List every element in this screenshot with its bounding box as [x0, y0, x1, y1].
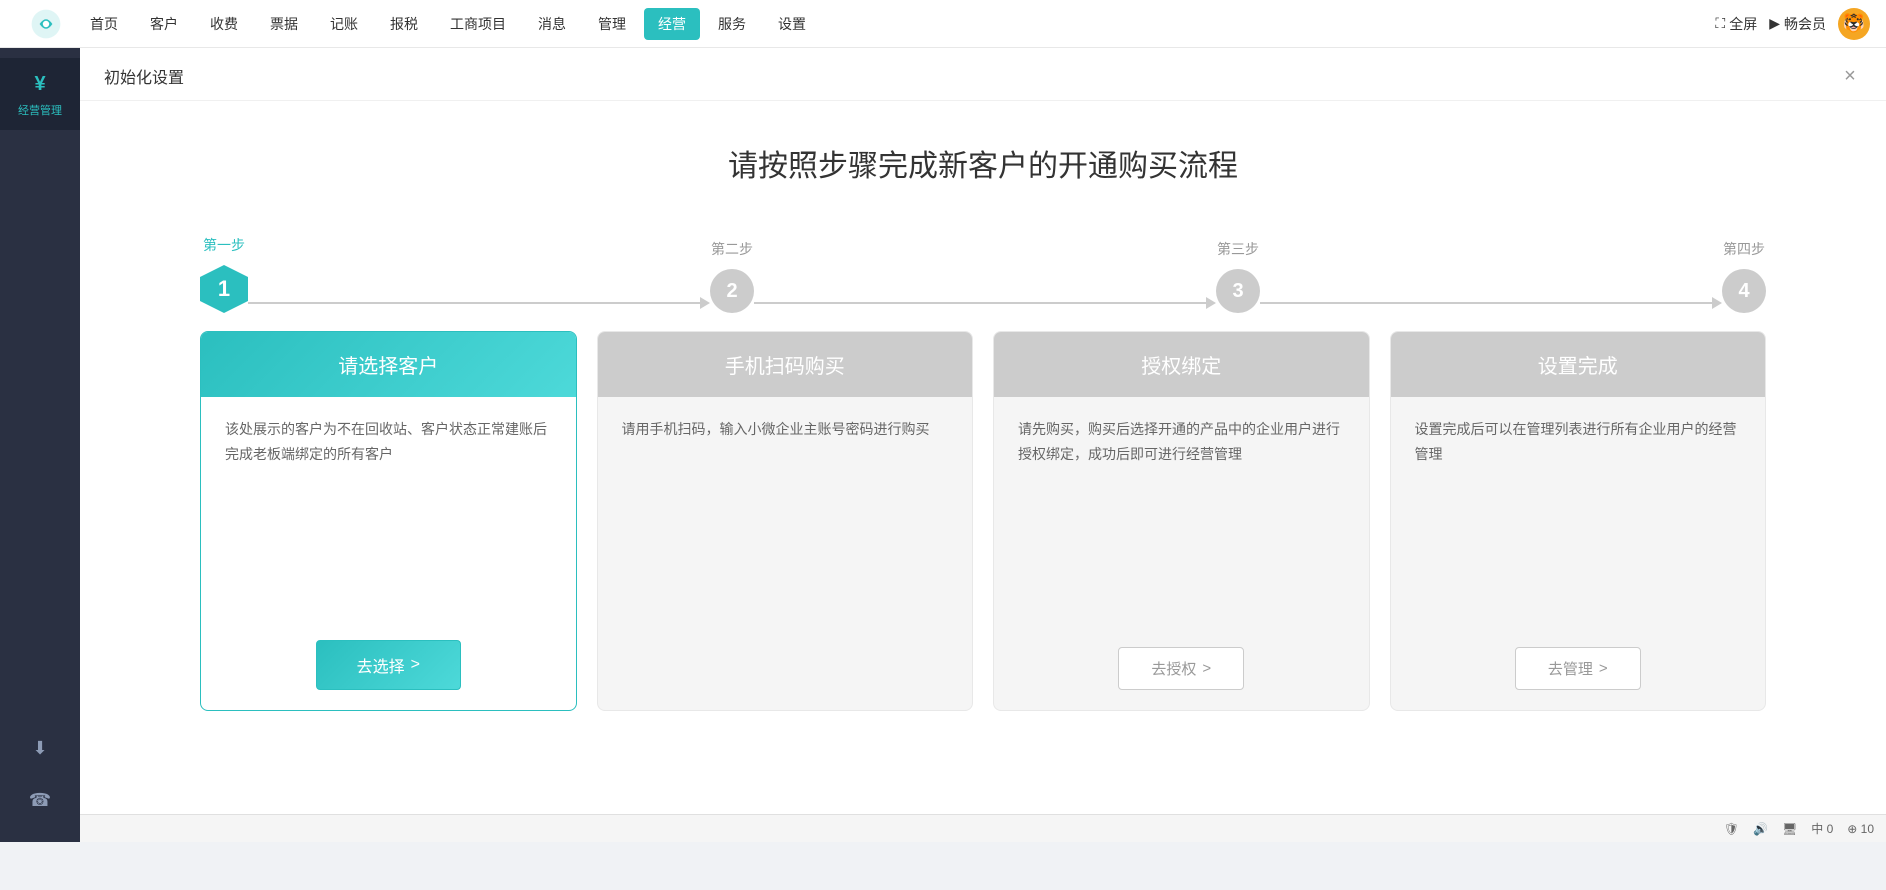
connector-3 — [1260, 297, 1722, 309]
goto-select-arrow: > — [411, 656, 420, 674]
nav-item-operation[interactable]: 经营 — [644, 8, 700, 40]
nav-item-message[interactable]: 消息 — [524, 8, 580, 40]
page-container: 初始化设置 × 请按照步骤完成新客户的开通购买流程 第一步 1 第 — [80, 48, 1886, 814]
nav-item-settings[interactable]: 设置 — [764, 8, 820, 40]
card-2-footer — [598, 670, 973, 710]
goto-select-button[interactable]: 去选择 > — [316, 640, 461, 690]
sidebar-download[interactable]: ⬇ — [0, 722, 80, 774]
step-node-2: 第二步 2 — [710, 239, 754, 313]
nav-item-bookkeeping[interactable]: 记账 — [316, 8, 372, 40]
card-4-footer: 去管理 > — [1391, 627, 1766, 710]
top-nav: 首页 客户 收费 票据 记账 报税 工商项目 消息 管理 经营 服务 设置 ⛶ … — [0, 0, 1886, 48]
card-4-header: 设置完成 — [1391, 332, 1766, 397]
step-2-circle: 2 — [710, 269, 754, 313]
nav-item-fee[interactable]: 收费 — [196, 8, 252, 40]
step-4-circle: 4 — [1722, 269, 1766, 313]
input-method[interactable]: 中 0 — [1811, 820, 1833, 837]
zoom-level: ⊕ 10 — [1847, 822, 1874, 836]
step-node-4: 第四步 4 — [1722, 239, 1766, 313]
fullscreen-label: 全屏 — [1729, 14, 1757, 34]
goto-auth-button[interactable]: 去授权 > — [1118, 647, 1244, 690]
fullscreen-btn[interactable]: ⛶ 全屏 — [1715, 14, 1757, 34]
card-2-header: 手机扫码购买 — [598, 332, 973, 397]
goto-manage-label: 去管理 — [1548, 658, 1593, 679]
step-1-circle: 1 — [200, 265, 248, 313]
page-header: 初始化设置 × — [80, 48, 1886, 101]
card-3-footer: 去授权 > — [994, 627, 1369, 710]
connector-2 — [754, 297, 1216, 309]
step-2-label: 第二步 — [711, 239, 753, 259]
step-4-label: 第四步 — [1723, 239, 1765, 259]
user-avatar[interactable]: 🐯 — [1838, 8, 1870, 40]
goto-manage-arrow: > — [1599, 660, 1608, 677]
step-3-circle: 3 — [1216, 269, 1260, 313]
card-2-body: 请用手机扫码，输入小微企业主账号密码进行购买 — [598, 397, 973, 670]
nav-item-business[interactable]: 工商项目 — [436, 8, 520, 40]
nav-item-manage[interactable]: 管理 — [584, 8, 640, 40]
step-card-3: 授权绑定 请先购买，购买后选择开通的产品中的企业用户进行授权绑定，成功后即可进行… — [993, 331, 1370, 711]
goto-auth-arrow: > — [1202, 660, 1211, 677]
screen-icon: 🖥 — [1782, 822, 1797, 836]
nav-menu: 首页 客户 收费 票据 记账 报税 工商项目 消息 管理 经营 服务 设置 — [76, 8, 1715, 40]
operation-icon: ¥ — [26, 70, 54, 98]
status-right: 🛡 🔊 🖥 中 0 ⊕ 10 — [1724, 820, 1874, 837]
goto-manage-button[interactable]: 去管理 > — [1515, 647, 1641, 690]
goto-select-label: 去选择 — [357, 653, 405, 677]
cards-row: 请选择客户 该处展示的客户为不在回收站、客户状态正常建账后完成老板端绑定的所有客… — [140, 331, 1826, 711]
download-icon: ⬇ — [26, 734, 54, 762]
nav-item-tax[interactable]: 报税 — [376, 8, 432, 40]
step-3-label: 第三步 — [1217, 239, 1259, 259]
play-icon: ▶ — [1769, 15, 1780, 32]
step-card-1: 请选择客户 该处展示的客户为不在回收站、客户状态正常建账后完成老板端绑定的所有客… — [200, 331, 577, 711]
app-logo — [16, 8, 76, 40]
main-content: 初始化设置 × 请按照步骤完成新客户的开通购买流程 第一步 1 第 — [80, 48, 1886, 814]
goto-auth-label: 去授权 — [1151, 658, 1196, 679]
sidebar-item-operation[interactable]: ¥ 经营管理 — [0, 58, 80, 130]
card-1-footer: 去选择 > — [201, 620, 576, 710]
nav-item-service[interactable]: 服务 — [704, 8, 760, 40]
step-card-2: 手机扫码购买 请用手机扫码，输入小微企业主账号密码进行购买 — [597, 331, 974, 711]
connector-1 — [248, 297, 710, 309]
support-icon: ☎ — [26, 786, 54, 814]
sidebar-item-label: 经营管理 — [18, 102, 62, 118]
sidebar-bottom: ⬇ ☎ — [0, 722, 80, 842]
nav-item-invoice[interactable]: 票据 — [256, 8, 312, 40]
vip-label: 畅会员 — [1784, 14, 1826, 34]
wizard-title: 请按照步骤完成新客户的开通购买流程 — [140, 101, 1826, 235]
step-node-1: 第一步 1 — [200, 235, 248, 313]
card-3-body: 请先购买，购买后选择开通的产品中的企业用户进行授权绑定，成功后即可进行经营管理 — [994, 397, 1369, 627]
nav-right: ⛶ 全屏 ▶ 畅会员 🐯 — [1715, 8, 1870, 40]
card-3-header: 授权绑定 — [994, 332, 1369, 397]
close-button[interactable]: × — [1838, 64, 1862, 88]
status-bar: ▶ 完成 🛡 🔊 🖥 中 0 ⊕ 10 — [0, 814, 1886, 842]
sidebar: ¥ 经营管理 ⬇ ☎ — [0, 48, 80, 842]
shield-icon: 🛡 — [1724, 822, 1739, 836]
step-node-3: 第三步 3 — [1216, 239, 1260, 313]
card-1-header: 请选择客户 — [201, 332, 576, 397]
page-title: 初始化设置 — [104, 64, 184, 88]
step-1-label: 第一步 — [203, 235, 245, 255]
volume-icon[interactable]: 🔊 — [1753, 822, 1768, 836]
sidebar-support[interactable]: ☎ — [0, 774, 80, 826]
fullscreen-icon: ⛶ — [1715, 15, 1725, 32]
vip-btn[interactable]: ▶ 畅会员 — [1769, 14, 1826, 34]
nav-item-home[interactable]: 首页 — [76, 8, 132, 40]
wizard-content: 请按照步骤完成新客户的开通购买流程 第一步 1 第二步 2 — [80, 101, 1886, 741]
nav-item-customer[interactable]: 客户 — [136, 8, 192, 40]
card-4-body: 设置完成后可以在管理列表进行所有企业用户的经营管理 — [1391, 397, 1766, 627]
steps-line: 第一步 1 第二步 2 — [140, 235, 1826, 313]
card-1-body: 该处展示的客户为不在回收站、客户状态正常建账后完成老板端绑定的所有客户 — [201, 397, 576, 620]
step-card-4: 设置完成 设置完成后可以在管理列表进行所有企业用户的经营管理 去管理 > — [1390, 331, 1767, 711]
